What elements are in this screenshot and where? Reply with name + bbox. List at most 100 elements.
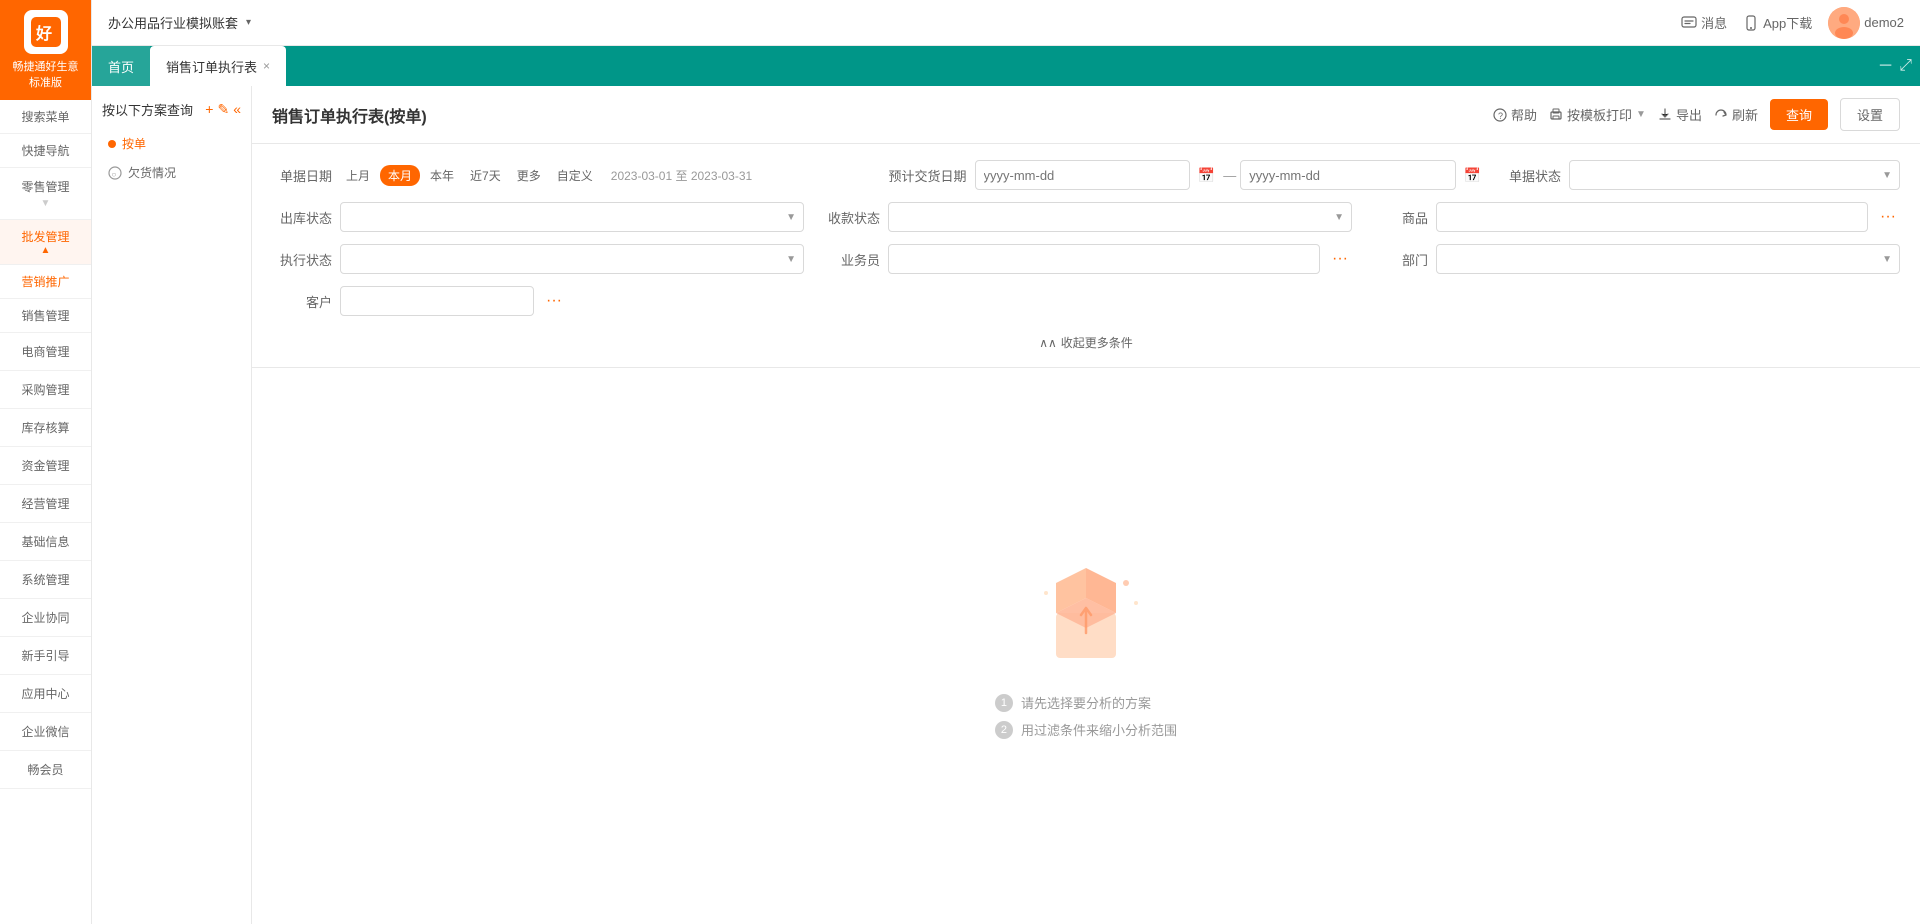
add-scheme-button[interactable]: +	[205, 101, 213, 118]
top-bar: 办公用品行业模拟账套 ▾ 消息 App下载	[92, 0, 1920, 46]
payment-field: 收款状态 ▼	[820, 202, 1352, 232]
user-name: demo2	[1864, 15, 1904, 30]
settings-button[interactable]: 设置	[1840, 98, 1900, 131]
payment-select[interactable]	[888, 202, 1352, 232]
sidebar-item-system[interactable]: 系统管理	[0, 561, 91, 599]
export-button[interactable]: 导出	[1658, 105, 1702, 124]
quick-nav-label: 快捷导航	[6, 142, 85, 159]
date-tab-this-year[interactable]: 本年	[424, 165, 460, 186]
customer-input[interactable]	[340, 286, 534, 316]
cal-to-icon[interactable]: 📅	[1460, 167, 1485, 184]
enterprise-label: 企业协同	[21, 609, 69, 626]
sidebar-item-wholesale[interactable]: 批发管理 ▲	[0, 220, 91, 265]
step-2-text: 用过滤条件来缩小分析范围	[1021, 720, 1177, 739]
retail-label: 零售管理	[21, 178, 69, 195]
expected-date-to[interactable]	[1240, 160, 1455, 190]
date-tab-7days[interactable]: 近7天	[464, 165, 507, 186]
salesperson-input[interactable]	[888, 244, 1320, 274]
logo-area[interactable]: 好 畅捷通好生意 标准版	[0, 0, 91, 100]
operations-label: 经营管理	[21, 495, 69, 512]
filter-row-4: 客户 ···	[272, 286, 1900, 316]
message-button[interactable]: 消息	[1681, 13, 1727, 32]
sidebar-item-member[interactable]: 畅会员	[0, 751, 91, 789]
scheme-item-press[interactable]: 按单	[100, 129, 243, 158]
expected-date-from[interactable]	[975, 160, 1190, 190]
date-tab-more[interactable]: 更多	[511, 165, 547, 186]
sidebar-sub-item-marketing[interactable]: 营销推广	[0, 265, 91, 299]
sidebar-item-newbie[interactable]: 新手引导	[0, 637, 91, 675]
newbie-label: 新手引导	[21, 647, 69, 664]
sidebar: 好 畅捷通好生意 标准版 搜索菜单 快捷导航 零售管理 ▼ 批发管理 ▲ 营销推…	[0, 0, 92, 924]
tab-close-icon[interactable]: ×	[263, 59, 270, 73]
customer-field: 客户 ···	[272, 286, 512, 316]
filter-section: 单据日期 上月 本月 本年 近7天 更多 自定义 2023-03-01 至 20…	[252, 144, 1920, 368]
exec-status-select[interactable]	[340, 244, 804, 274]
sidebar-item-purchase[interactable]: 采购管理	[0, 371, 91, 409]
delivery-select-wrapper: ▼	[340, 202, 804, 232]
edit-scheme-button[interactable]: ✎	[217, 101, 229, 118]
avatar-image	[1828, 7, 1860, 39]
filter-row-1: 单据日期 上月 本月 本年 近7天 更多 自定义 2023-03-01 至 20…	[272, 160, 1900, 190]
empty-steps: 1 请先选择要分析的方案 2 用过滤条件来缩小分析范围	[995, 693, 1177, 739]
sidebar-item-quick-nav[interactable]: 快捷导航	[0, 134, 91, 168]
user-area[interactable]: demo2	[1828, 7, 1904, 39]
collapse-filter-button[interactable]: ∧∧ 收起更多条件	[272, 328, 1900, 351]
content-area: 按以下方案查询 + ✎ « 按单 ○ 欠货情况	[92, 86, 1920, 924]
tab-bar: 首页 销售订单执行表 × ─ ⤢	[92, 46, 1920, 86]
help-button[interactable]: ? 帮助	[1493, 105, 1537, 124]
help-label: 帮助	[1511, 105, 1537, 124]
tab-sales-order[interactable]: 销售订单执行表 ×	[150, 46, 286, 86]
shortage-icon: ○	[108, 166, 122, 180]
sidebar-item-finance[interactable]: 资金管理	[0, 447, 91, 485]
date-tab-custom[interactable]: 自定义	[551, 165, 599, 186]
sidebar-item-inventory[interactable]: 库存核算	[0, 409, 91, 447]
empty-icon	[1026, 553, 1146, 673]
product-more-icon[interactable]: ···	[1876, 208, 1900, 226]
breadcrumb-area: 办公用品行业模拟账套 ▾	[108, 13, 251, 32]
sidebar-sub-item-sales[interactable]: 销售管理	[0, 299, 91, 333]
top-bar-right: 消息 App下载 demo2	[1681, 7, 1904, 39]
salesperson-more-icon[interactable]: ···	[1328, 250, 1352, 268]
date-range-display: 2023-03-01 至 2023-03-31	[611, 167, 752, 184]
expected-date-range: 📅 — 📅	[975, 160, 1486, 190]
tab-home[interactable]: 首页	[92, 46, 150, 86]
sidebar-item-basics[interactable]: 基础信息	[0, 523, 91, 561]
tab-minimize-icon[interactable]: ─	[1880, 57, 1891, 75]
customer-more-icon[interactable]: ···	[542, 292, 566, 310]
breadcrumb-dropdown-icon[interactable]: ▾	[246, 17, 251, 28]
app-center-label: 应用中心	[21, 685, 69, 702]
purchase-label: 采购管理	[21, 381, 69, 398]
print-button[interactable]: 按模板打印 ▼	[1549, 105, 1646, 124]
sidebar-item-app-center[interactable]: 应用中心	[0, 675, 91, 713]
print-dropdown-icon[interactable]: ▼	[1636, 109, 1646, 120]
sidebar-item-search[interactable]: 搜索菜单	[0, 100, 91, 134]
wholesale-label: 批发管理	[21, 228, 69, 245]
svg-text:好: 好	[35, 25, 52, 43]
refresh-button[interactable]: 刷新	[1714, 105, 1758, 124]
status-select[interactable]	[1569, 160, 1900, 190]
cal-from-icon[interactable]: 📅	[1194, 167, 1219, 184]
product-input[interactable]	[1436, 202, 1868, 232]
sidebar-item-retail[interactable]: 零售管理 ▼	[0, 168, 91, 220]
tab-maximize-icon[interactable]: ⤢	[1899, 57, 1912, 75]
filter-header-icons: + ✎ «	[205, 101, 241, 118]
app-download-label: App下载	[1763, 13, 1812, 32]
page-title: 销售订单执行表(按单)	[272, 103, 427, 127]
customer-label: 客户	[272, 292, 332, 311]
sidebar-item-operations[interactable]: 经营管理	[0, 485, 91, 523]
message-icon	[1681, 15, 1697, 31]
delivery-select[interactable]	[340, 202, 804, 232]
query-button[interactable]: 查询	[1770, 99, 1828, 130]
dept-select[interactable]	[1436, 244, 1900, 274]
date-tab-this-month[interactable]: 本月	[380, 165, 420, 186]
sidebar-item-enterprise[interactable]: 企业协同	[0, 599, 91, 637]
member-label: 畅会员	[27, 761, 63, 778]
sidebar-item-ecommerce[interactable]: 电商管理	[0, 333, 91, 371]
date-tab-last-month[interactable]: 上月	[340, 165, 376, 186]
filter-row-2: 出库状态 ▼ 收款状态	[272, 202, 1900, 232]
scheme-item-shortage[interactable]: ○ 欠货情况	[100, 158, 243, 187]
collapse-panel-button[interactable]: «	[233, 101, 241, 118]
sidebar-item-wechat[interactable]: 企业微信	[0, 713, 91, 751]
scheme-press-label: 按单	[122, 135, 146, 152]
app-download-button[interactable]: App下载	[1743, 13, 1812, 32]
